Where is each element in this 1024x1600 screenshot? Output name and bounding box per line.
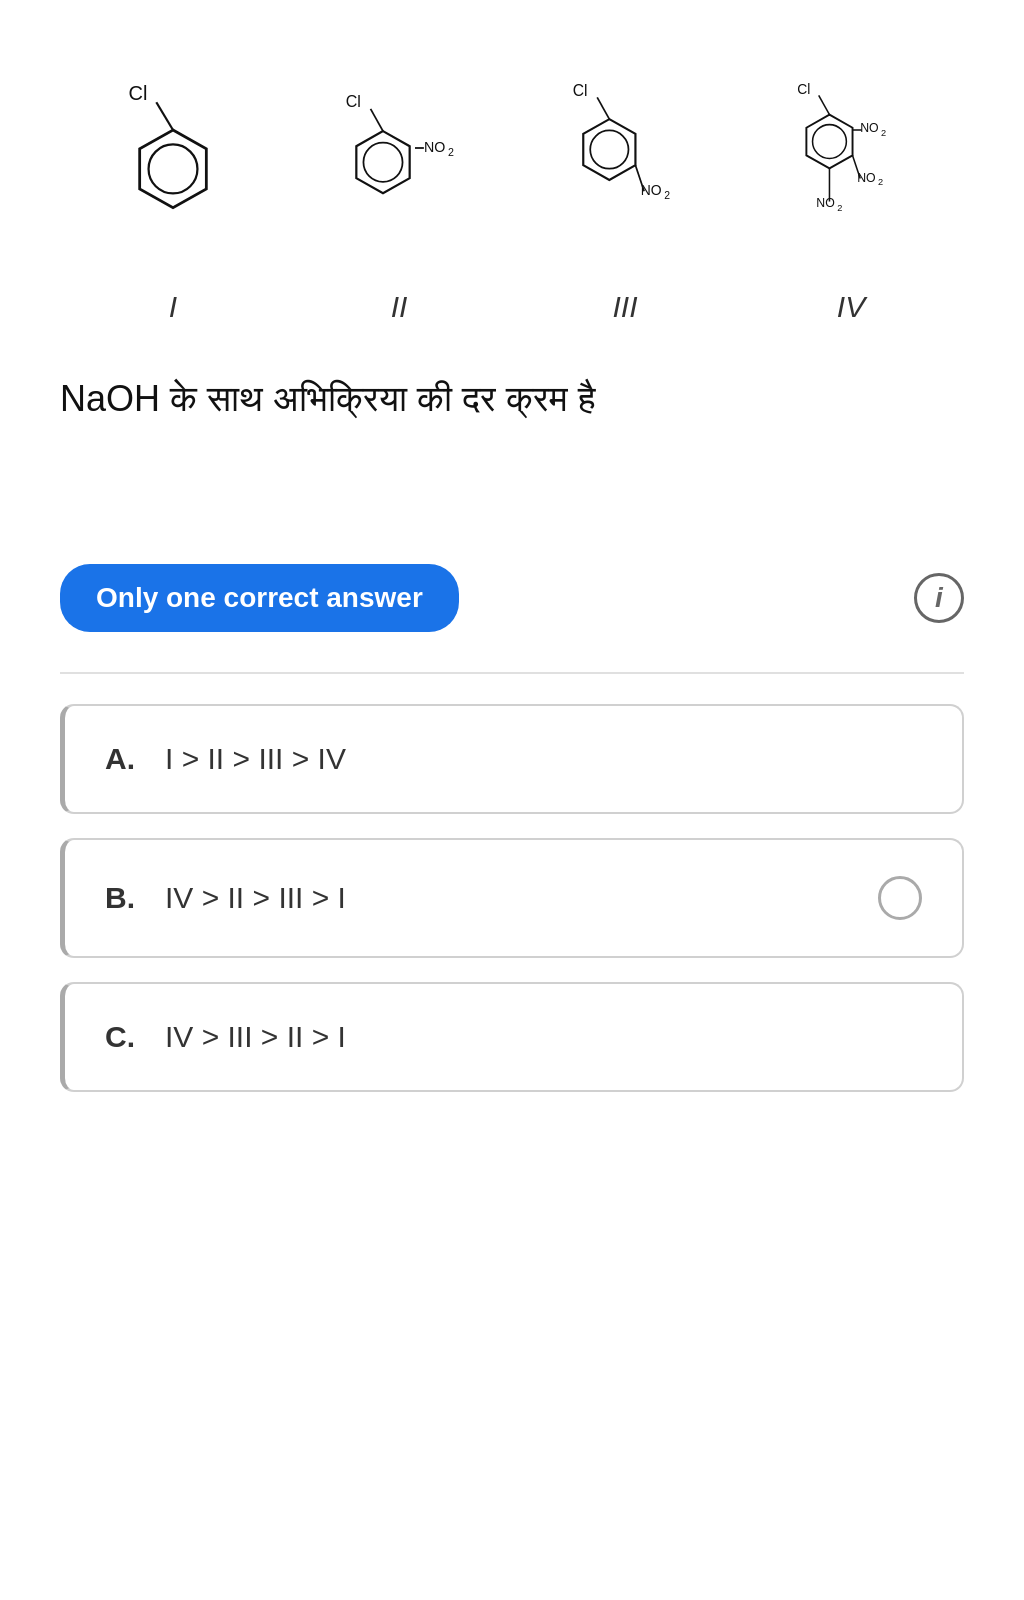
structure-I: Cl I — [93, 80, 253, 324]
option-A-left: A. I > II > III > IV — [105, 742, 346, 776]
svg-text:Cl: Cl — [797, 81, 810, 97]
info-icon[interactable]: i — [914, 573, 964, 623]
svg-point-3 — [149, 144, 198, 193]
structure-IV-svg: Cl NO 2 NO 2 NO 2 — [771, 80, 931, 280]
answer-type-section: Only one correct answer i — [40, 534, 984, 652]
option-A-text: I > II > III > IV — [165, 742, 346, 776]
svg-line-19 — [819, 95, 830, 114]
svg-line-25 — [853, 155, 861, 178]
svg-point-10 — [363, 143, 402, 182]
option-B-text: IV > II > III > I — [165, 881, 346, 915]
svg-marker-29 — [806, 115, 852, 169]
option-B[interactable]: B. IV > II > III > I — [60, 838, 964, 958]
svg-point-30 — [813, 125, 847, 159]
svg-line-5 — [371, 109, 383, 131]
svg-text:Cl: Cl — [573, 82, 588, 99]
svg-text:2: 2 — [878, 177, 883, 187]
options-container: A. I > II > III > IV B. IV > II > III > … — [40, 704, 984, 1092]
structure-II: Cl NO 2 II — [319, 80, 479, 324]
option-A[interactable]: A. I > II > III > IV — [60, 704, 964, 814]
option-C-text: IV > III > II > I — [165, 1020, 346, 1054]
divider — [60, 672, 964, 674]
svg-marker-9 — [356, 131, 409, 193]
svg-text:2: 2 — [837, 203, 842, 213]
option-B-letter: B. — [105, 881, 135, 915]
question-text: NaOH के साथ अभिक्रिया की दर क्रम है — [40, 354, 984, 454]
option-C[interactable]: C. IV > III > II > I — [60, 982, 964, 1092]
svg-text:2: 2 — [664, 190, 670, 201]
option-C-letter: C. — [105, 1020, 135, 1054]
option-B-radio[interactable] — [878, 876, 922, 920]
label-III: III — [612, 290, 637, 324]
option-B-left: B. IV > II > III > I — [105, 881, 346, 915]
structure-III: Cl NO 2 III — [545, 80, 705, 324]
answer-type-badge: Only one correct answer — [60, 564, 459, 632]
structure-I-svg: Cl — [93, 80, 253, 280]
structures-area: Cl I Cl NO 2 — [40, 40, 984, 344]
label-I: I — [169, 290, 177, 324]
svg-text:NO: NO — [860, 121, 878, 135]
svg-text:Cl: Cl — [346, 93, 361, 110]
svg-line-15 — [635, 165, 644, 191]
label-II: II — [391, 290, 408, 324]
svg-text:NO: NO — [816, 196, 834, 210]
svg-text:NO: NO — [424, 139, 445, 155]
label-IV: IV — [837, 290, 865, 324]
structure-II-svg: Cl NO 2 — [319, 80, 479, 280]
svg-text:Cl: Cl — [129, 82, 148, 104]
svg-line-1 — [156, 102, 173, 130]
svg-point-17 — [590, 130, 628, 168]
option-C-left: C. IV > III > II > I — [105, 1020, 346, 1054]
page-container: Cl I Cl NO 2 — [0, 0, 1024, 1600]
structure-IV: Cl NO 2 NO 2 NO 2 IV — [771, 80, 931, 324]
structure-III-svg: Cl NO 2 — [545, 80, 705, 280]
svg-text:2: 2 — [881, 128, 886, 138]
svg-text:2: 2 — [448, 146, 454, 158]
option-A-letter: A. — [105, 742, 135, 776]
svg-line-12 — [597, 97, 609, 119]
